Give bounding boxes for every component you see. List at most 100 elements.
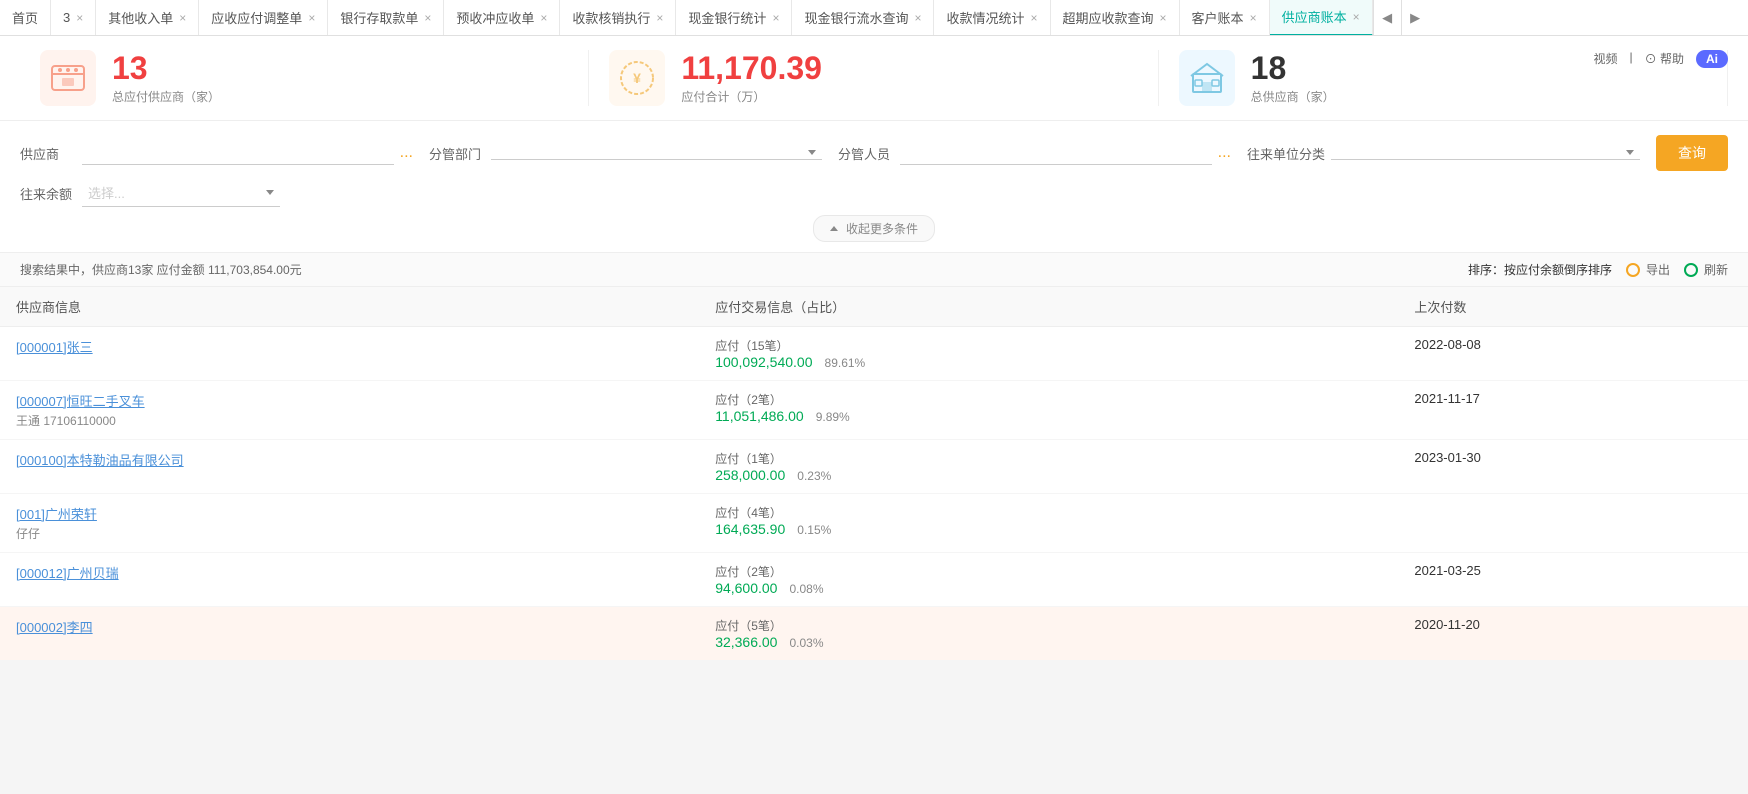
close-collect-stat[interactable]: × <box>1031 11 1038 25</box>
nav-tab-other-income[interactable]: 其他收入单 × <box>96 0 199 36</box>
export-button[interactable]: 导出 <box>1626 261 1670 278</box>
dept-chevron-down <box>808 150 816 155</box>
collapse-btn-label: 收起更多条件 <box>846 220 918 237</box>
supplier-filter-ellipsis[interactable]: ... <box>400 144 413 162</box>
nav-tab-advance-collect-label: 预收冲应收单 <box>456 8 534 27</box>
collapse-bar: 收起更多条件 <box>20 215 1728 242</box>
table-row: [000007]恒旺二手叉车王通 17106110000应付（2笔）11,051… <box>0 381 1748 440</box>
export-label: 导出 <box>1646 261 1670 278</box>
nav-tab-cash-bank-stat-label: 现金银行统计 <box>688 8 766 27</box>
col-tx-info: 应付交易信息（占比） <box>699 287 1398 327</box>
tx-amount: 100,092,540.00 <box>715 354 812 370</box>
help-icon: ⊙ <box>1645 52 1660 66</box>
tx-count: （4笔） <box>739 506 782 520</box>
tx-label: 应付 <box>715 506 739 520</box>
dept-filter-select[interactable] <box>491 146 822 160</box>
tx-pct: 89.61% <box>825 356 866 370</box>
supplier-icon <box>40 50 96 106</box>
close-cash-bank-stat[interactable]: × <box>772 11 779 25</box>
tx-amount: 11,051,486.00 <box>715 408 804 424</box>
top-navigation: 首页 3 × 其他收入单 × 应收应付调整单 × 银行存取款单 × 预收冲应收单… <box>0 0 1748 36</box>
suppliers-label: 总应付供应商（家） <box>112 88 220 105</box>
nav-tab-supplier-account[interactable]: 供应商账本 × <box>1270 0 1373 36</box>
nav-tab-bank-deposit[interactable]: 银行存取款单 × <box>328 0 444 36</box>
summary-bar: 13 总应付供应商（家） ¥ 11,170.39 应付合计（万） <box>0 36 1748 121</box>
amount-label: 应付合计（万） <box>681 88 822 105</box>
tx-pct: 0.03% <box>789 636 823 650</box>
last-pay-cell: 2020-11-20 <box>1398 607 1748 661</box>
collapse-button[interactable]: 收起更多条件 <box>813 215 935 242</box>
total-suppliers-count: 18 <box>1251 52 1335 84</box>
tx-count: （1笔） <box>739 452 782 466</box>
close-ap-adjust[interactable]: × <box>308 11 315 25</box>
nav-tab-cash-bank-flow[interactable]: 现金银行流水查询 × <box>792 0 934 36</box>
person-filter-label: 分管人员 <box>838 144 894 163</box>
sort-button[interactable]: 排序：按应付余额倒序排序 <box>1468 261 1612 278</box>
nav-tab-advance-collect[interactable]: 预收冲应收单 × <box>444 0 560 36</box>
filter-person: 分管人员 ... <box>838 141 1231 165</box>
supplier-link[interactable]: [000007]恒旺二手叉车 <box>16 394 145 409</box>
nav-tab-collect-execute[interactable]: 收款核销执行 × <box>560 0 676 36</box>
help-link[interactable]: ⊙ 帮助 <box>1645 50 1684 68</box>
nav-tab-overdue-query-label: 超期应收款查询 <box>1063 8 1154 27</box>
nav-tab-home-label: 首页 <box>12 8 38 27</box>
results-summary: 搜索结果中，供应商13家 应付金额 111,703,854.00元 <box>20 261 318 278</box>
nav-tab-ap-adjust[interactable]: 应收应付调整单 × <box>199 0 328 36</box>
close-cash-bank-flow[interactable]: × <box>914 11 921 25</box>
nav-tab-3-close[interactable]: × <box>76 11 83 25</box>
close-customer-account[interactable]: × <box>1250 11 1257 25</box>
nav-next-arrow[interactable]: ▶ <box>1401 0 1429 36</box>
nav-tab-overdue-query[interactable]: 超期应收款查询 × <box>1051 0 1180 36</box>
summary-text-suppliers: 13 总应付供应商（家） <box>112 52 220 105</box>
tx-label: 应付 <box>715 339 739 353</box>
supplier-link[interactable]: [000100]本特勒油品有限公司 <box>16 453 184 468</box>
balance-filter-select[interactable]: 选择... <box>82 179 280 207</box>
results-summary-text: 搜索结果中，供应商13家 应付金额 111,703,854.00元 <box>20 263 302 277</box>
summary-text-total: 18 总供应商（家） <box>1251 52 1335 105</box>
tx-amount-row: 164,635.900.15% <box>715 521 1382 537</box>
supplier-sub-info: 王通 17106110000 <box>16 412 683 429</box>
nav-tab-home[interactable]: 首页 <box>0 0 51 36</box>
person-filter-input[interactable] <box>900 141 1212 165</box>
nav-tab-collect-execute-label: 收款核销执行 <box>572 8 650 27</box>
tx-amount: 258,000.00 <box>715 467 785 483</box>
supplier-link[interactable]: [000002]李四 <box>16 620 93 635</box>
supplier-filter-input[interactable] <box>82 141 394 165</box>
close-collect-execute[interactable]: × <box>656 11 663 25</box>
category-filter-select[interactable] <box>1331 146 1640 160</box>
refresh-button[interactable]: 刷新 <box>1684 261 1728 278</box>
close-overdue-query[interactable]: × <box>1160 11 1167 25</box>
supplier-info-cell: [001]广州荣轩仔仔 <box>0 494 699 553</box>
table-row: [000002]李四 应付（5笔）32,366.000.03%2020-11-20 <box>0 607 1748 661</box>
supplier-link[interactable]: [000012]广州贝瑞 <box>16 566 119 581</box>
close-advance-collect[interactable]: × <box>540 11 547 25</box>
nav-tab-customer-account[interactable]: 客户账本 × <box>1180 0 1270 36</box>
tx-pct: 0.15% <box>797 523 831 537</box>
close-supplier-account[interactable]: × <box>1353 10 1360 24</box>
filter-row-1: 供应商 ... 分管部门 分管人员 ... 往来单位分类 查询 <box>20 135 1728 171</box>
supplier-link[interactable]: [001]广州荣轩 <box>16 507 97 522</box>
tx-info-cell: 应付（5笔）32,366.000.03% <box>699 607 1398 661</box>
person-filter-ellipsis[interactable]: ... <box>1218 144 1231 162</box>
supplier-filter-label: 供应商 <box>20 144 76 163</box>
supplier-link[interactable]: [000001]张三 <box>16 340 93 355</box>
tx-amount-row: 94,600.000.08% <box>715 580 1382 596</box>
tx-label-row: 应付（5笔） <box>715 617 1382 634</box>
nav-prev-arrow[interactable]: ◀ <box>1373 0 1401 36</box>
ai-button[interactable]: Ai <box>1696 50 1728 68</box>
nav-tab-collect-stat[interactable]: 收款情况统计 × <box>934 0 1050 36</box>
close-bank-deposit[interactable]: × <box>424 11 431 25</box>
tx-pct: 0.23% <box>797 469 831 483</box>
last-pay-cell <box>1398 494 1748 553</box>
summary-card-suppliers: 13 总应付供应商（家） <box>20 50 589 106</box>
close-other-income[interactable]: × <box>179 11 186 25</box>
nav-tab-cash-bank-stat[interactable]: 现金银行统计 × <box>676 0 792 36</box>
money-icon: ¥ <box>609 50 665 106</box>
video-link[interactable]: 视频 <box>1594 50 1618 68</box>
tx-info-cell: 应付（15笔）100,092,540.0089.61% <box>699 327 1398 381</box>
nav-tab-3[interactable]: 3 × <box>51 0 96 36</box>
balance-chevron-down <box>266 190 274 195</box>
query-button[interactable]: 查询 <box>1656 135 1728 171</box>
nav-tab-other-income-label: 其他收入单 <box>108 8 173 27</box>
filter-row-2: 往来余额 选择... <box>20 179 1728 207</box>
